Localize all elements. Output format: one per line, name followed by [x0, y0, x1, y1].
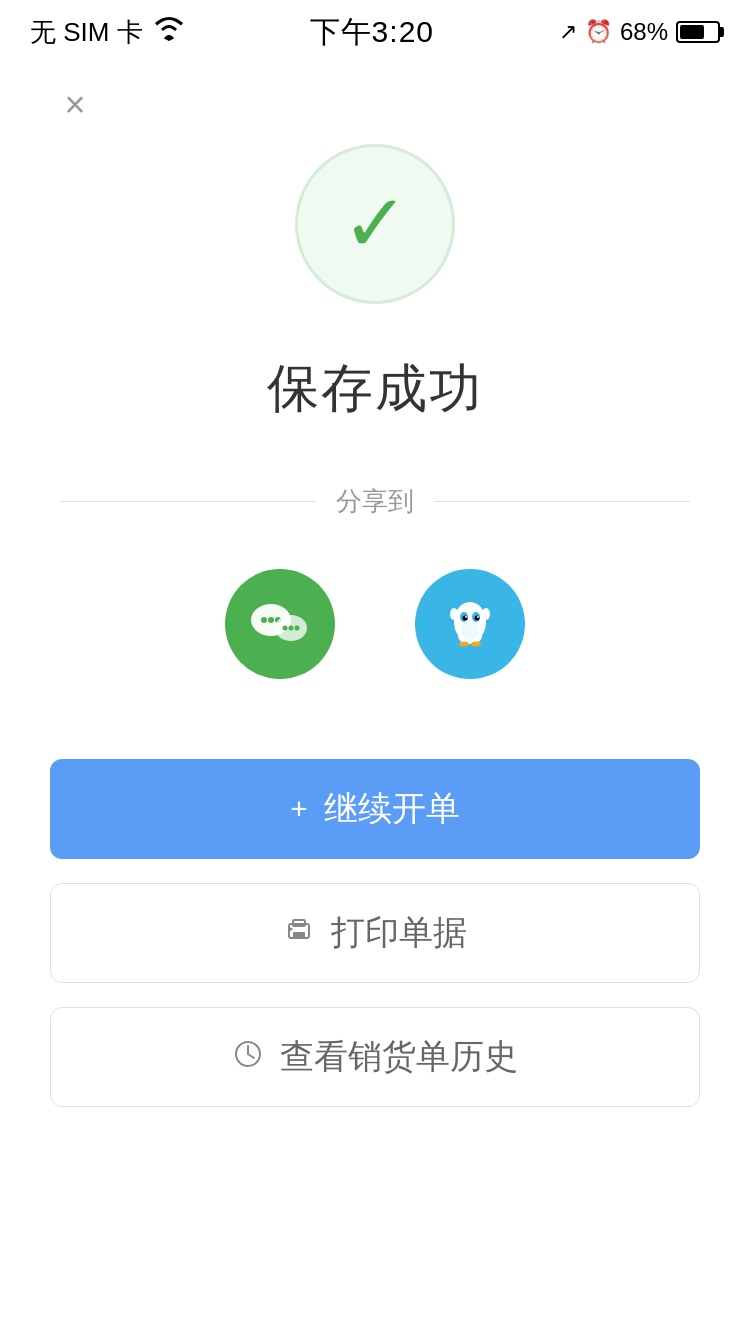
divider-line-left — [60, 501, 316, 502]
svg-point-13 — [474, 615, 479, 620]
close-button[interactable]: × — [50, 80, 100, 130]
no-sim-label: 无 SIM 卡 — [30, 15, 143, 50]
svg-point-20 — [450, 608, 458, 620]
continue-label: 继续开单 — [324, 786, 460, 832]
svg-point-21 — [482, 608, 490, 620]
share-icons — [225, 569, 525, 679]
svg-point-11 — [465, 616, 467, 618]
svg-point-19 — [471, 641, 481, 646]
battery-icon — [676, 21, 720, 43]
print-button[interactable]: 打印单据 — [50, 883, 700, 983]
history-label: 查看销货单历史 — [280, 1034, 518, 1080]
clock-icon — [232, 1038, 264, 1077]
share-label: 分享到 — [316, 484, 434, 519]
svg-point-17 — [461, 620, 479, 640]
svg-point-18 — [459, 641, 469, 646]
svg-point-25 — [290, 927, 293, 930]
main-content: ✓ 保存成功 分享到 — [0, 64, 750, 1107]
success-circle: ✓ — [295, 144, 455, 304]
svg-point-7 — [295, 626, 300, 631]
svg-point-10 — [462, 615, 467, 620]
svg-point-14 — [477, 616, 479, 618]
status-time: 下午3:20 — [310, 12, 434, 53]
battery-percent: 68% — [620, 18, 668, 46]
checkmark-icon: ✓ — [342, 184, 409, 264]
status-right: ↗ ⏰ 68% — [559, 18, 720, 46]
wifi-icon — [153, 17, 185, 48]
alarm-icon: ⏰ — [585, 19, 612, 45]
svg-point-6 — [289, 626, 294, 631]
action-buttons: + 继续开单 打印单据 — [0, 759, 750, 1107]
svg-point-5 — [283, 626, 288, 631]
svg-point-1 — [261, 617, 267, 623]
wechat-share-button[interactable] — [225, 569, 335, 679]
status-bar: 无 SIM 卡 下午3:20 ↗ ⏰ 68% — [0, 0, 750, 64]
success-title: 保存成功 — [267, 354, 483, 424]
divider-line-right — [434, 501, 690, 502]
continue-button[interactable]: + 继续开单 — [50, 759, 700, 859]
share-divider: 分享到 — [0, 484, 750, 519]
wechat-icon — [246, 590, 314, 658]
svg-line-28 — [248, 1054, 254, 1058]
qq-icon — [438, 592, 503, 657]
svg-rect-24 — [293, 932, 305, 938]
close-icon: × — [64, 87, 85, 123]
print-icon — [283, 914, 315, 953]
status-left: 无 SIM 卡 — [30, 15, 185, 50]
history-button[interactable]: 查看销货单历史 — [50, 1007, 700, 1107]
print-label: 打印单据 — [331, 910, 467, 956]
location-icon: ↗ — [559, 19, 577, 45]
plus-icon: + — [290, 792, 308, 826]
svg-point-2 — [268, 617, 274, 623]
qq-share-button[interactable] — [415, 569, 525, 679]
